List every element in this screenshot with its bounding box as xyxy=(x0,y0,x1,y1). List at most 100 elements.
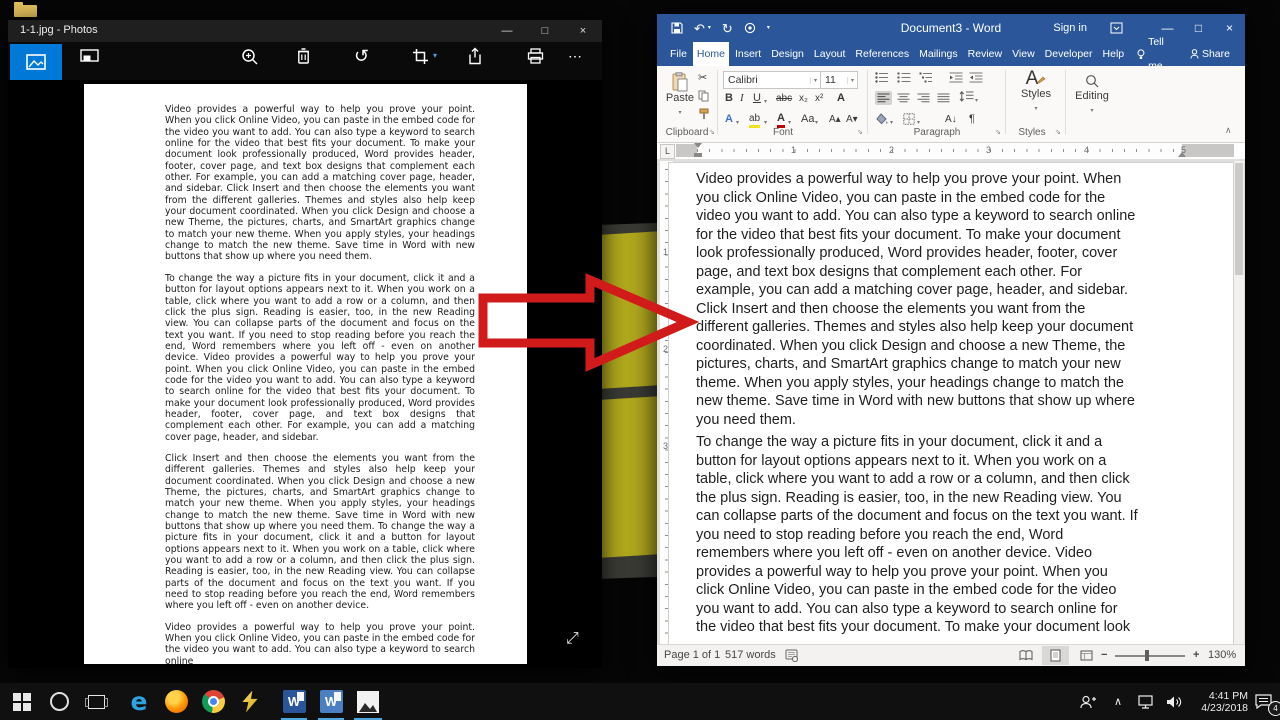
underline-dropdown-icon[interactable]: ▾ xyxy=(764,96,767,109)
align-center-button[interactable] xyxy=(895,91,912,105)
taskbar-edge-icon[interactable]: e xyxy=(121,683,157,720)
paragraph-dialog-launcher-icon[interactable]: ⇘ xyxy=(995,128,1001,136)
cortana-button[interactable] xyxy=(41,683,77,720)
superscript-button[interactable]: x² xyxy=(815,92,823,105)
underline-button[interactable]: U xyxy=(753,92,761,105)
share-button[interactable]: Share xyxy=(1186,42,1234,66)
show-hidden-icons-chevron[interactable]: ∧ xyxy=(1106,683,1130,720)
zoom-level[interactable]: 130% xyxy=(1208,649,1236,661)
tab-file[interactable]: File xyxy=(666,42,691,66)
text-effects-button[interactable]: A xyxy=(725,113,733,126)
bullet-list-button[interactable] xyxy=(875,72,889,83)
first-line-indent-marker[interactable] xyxy=(694,143,702,152)
fullscreen-expand-icon[interactable]: ⤢ xyxy=(566,630,579,648)
justify-button[interactable] xyxy=(935,91,952,105)
collapse-ribbon-icon[interactable]: ∧ xyxy=(1225,124,1232,137)
tab-references[interactable]: References xyxy=(851,42,913,66)
cut-button[interactable]: ✂ xyxy=(698,72,707,85)
bold-button[interactable]: B xyxy=(725,92,733,105)
styles-dropdown-icon[interactable]: ▾ xyxy=(1034,106,1037,112)
photos-maximize-button[interactable]: □ xyxy=(526,20,564,42)
print-icon[interactable] xyxy=(527,48,544,64)
desktop-folder-icon[interactable] xyxy=(14,5,37,17)
photo-of-document[interactable]: Video provides a powerful way to help yo… xyxy=(84,84,527,664)
align-right-button[interactable] xyxy=(915,91,932,105)
edit-options-chevron-icon[interactable]: ▾ xyxy=(433,51,437,60)
numbered-list-button[interactable] xyxy=(897,72,911,83)
editing-dropdown-icon[interactable]: ▾ xyxy=(1090,108,1093,114)
clipboard-dialog-launcher-icon[interactable]: ⇘ xyxy=(709,128,715,136)
text-effects-dropdown-icon[interactable]: ▾ xyxy=(736,117,739,130)
photos-close-button[interactable]: × xyxy=(564,20,602,42)
text-highlight-button[interactable]: ab xyxy=(749,112,760,128)
left-indent-marker[interactable] xyxy=(694,153,702,157)
delete-icon[interactable] xyxy=(296,47,311,65)
right-indent-marker[interactable] xyxy=(1178,148,1186,157)
font-dialog-launcher-icon[interactable]: ⇘ xyxy=(857,128,863,136)
show-paragraph-marks-button[interactable]: ¶ xyxy=(969,113,975,126)
taskbar-photos-icon[interactable] xyxy=(350,683,386,720)
tab-layout[interactable]: Layout xyxy=(810,42,850,66)
vertical-scrollbar[interactable] xyxy=(1234,161,1244,645)
sort-button[interactable]: A↓ xyxy=(945,113,957,126)
line-spacing-button[interactable] xyxy=(959,91,974,102)
scrollbar-thumb[interactable] xyxy=(1235,163,1243,275)
word-close-button[interactable]: × xyxy=(1214,14,1245,42)
shading-button[interactable] xyxy=(875,113,888,125)
word-count[interactable]: 517 words xyxy=(725,649,776,661)
task-view-button[interactable] xyxy=(78,683,114,720)
change-case-dropdown-icon[interactable]: ▾ xyxy=(815,117,818,130)
see-all-photos-button[interactable] xyxy=(10,44,62,80)
font-size-dropdown-icon[interactable]: ▾ xyxy=(847,77,857,84)
grow-font-button[interactable]: A▴ xyxy=(829,113,841,126)
tab-developer[interactable]: Developer xyxy=(1041,42,1097,66)
proofing-status-icon[interactable] xyxy=(785,649,798,662)
zoom-icon[interactable] xyxy=(241,48,259,66)
multilevel-list-button[interactable] xyxy=(919,72,933,83)
tab-home[interactable]: Home xyxy=(693,42,729,66)
sign-in-link[interactable]: Sign in xyxy=(1053,22,1087,34)
taskbar-chrome-icon[interactable] xyxy=(195,683,231,720)
taskbar-word-secondary-icon[interactable]: W xyxy=(313,683,349,720)
word-maximize-button[interactable]: □ xyxy=(1183,14,1214,42)
tab-stop-selector[interactable]: L xyxy=(660,144,675,159)
styles-dialog-launcher-icon[interactable]: ⇘ xyxy=(1055,128,1061,136)
tab-design[interactable]: Design xyxy=(767,42,808,66)
font-name-combobox[interactable]: Calibri ▾ xyxy=(723,71,821,89)
taskbar-firefox-icon[interactable] xyxy=(158,683,194,720)
taskbar-yellow-app-icon[interactable] xyxy=(232,683,268,720)
increase-indent-button[interactable] xyxy=(969,72,983,83)
tab-insert[interactable]: Insert xyxy=(731,42,765,66)
tab-review[interactable]: Review xyxy=(964,42,1006,66)
photos-minimize-button[interactable]: — xyxy=(488,20,526,42)
paste-button[interactable]: Paste ▾ xyxy=(665,72,695,120)
rotate-icon[interactable]: ↺ xyxy=(354,48,369,64)
paste-dropdown-icon[interactable]: ▾ xyxy=(678,110,681,116)
strikethrough-button[interactable]: abc xyxy=(776,92,792,105)
align-left-button[interactable] xyxy=(875,91,892,105)
zoom-slider-thumb[interactable] xyxy=(1145,650,1149,661)
taskbar-word-icon[interactable]: W xyxy=(276,683,312,720)
network-tray-icon[interactable] xyxy=(1132,683,1160,720)
read-mode-button[interactable] xyxy=(1012,646,1039,665)
line-spacing-dropdown-icon[interactable]: ▾ xyxy=(975,95,978,108)
photos-titlebar[interactable]: 1-1.jpg - Photos — □ × xyxy=(8,20,602,42)
document-text[interactable]: Video provides a powerful way to help yo… xyxy=(696,170,1138,641)
volume-tray-icon[interactable] xyxy=(1160,683,1188,720)
edit-crop-icon[interactable] xyxy=(412,48,429,65)
more-options-icon[interactable]: ⋯ xyxy=(568,48,582,64)
ribbon-display-options-icon[interactable] xyxy=(1110,22,1123,34)
styles-button[interactable]: A Styles ▾ xyxy=(1011,72,1061,116)
shading-dropdown-icon[interactable]: ▾ xyxy=(890,117,893,130)
shrink-font-button[interactable]: A▾ xyxy=(846,113,858,126)
share-icon[interactable] xyxy=(467,47,483,65)
subscript-button[interactable]: x₂ xyxy=(799,92,808,105)
web-layout-button[interactable] xyxy=(1073,646,1100,665)
borders-button[interactable] xyxy=(903,113,915,125)
format-painter-button[interactable] xyxy=(698,108,710,120)
slideshow-icon[interactable] xyxy=(80,49,99,64)
tab-help[interactable]: Help xyxy=(1099,42,1129,66)
start-button[interactable] xyxy=(4,683,40,720)
editing-button[interactable]: Editing ▾ xyxy=(1070,74,1114,118)
print-layout-button[interactable] xyxy=(1042,646,1069,665)
